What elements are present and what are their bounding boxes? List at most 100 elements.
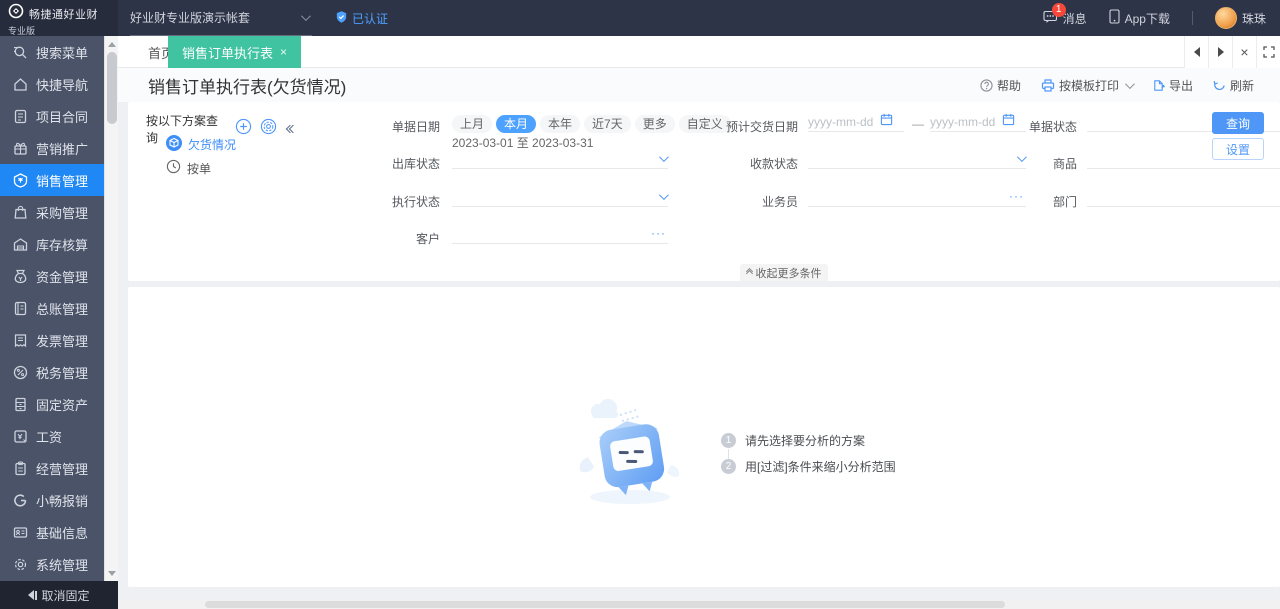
department-label: 部门 [1052, 195, 1077, 209]
bill-status-label: 单据状态 [1028, 120, 1077, 134]
salesman-label: 业务员 [761, 195, 798, 209]
scrollbar-thumb[interactable] [107, 52, 117, 124]
preset-more[interactable]: 更多 [634, 115, 675, 133]
delivery-date-from-input[interactable] [808, 114, 880, 129]
clock-icon [166, 159, 181, 177]
receipt-status-select[interactable] [808, 149, 1027, 169]
chevron-down-icon [300, 11, 311, 22]
user-name: 珠珠 [1241, 11, 1266, 26]
help-button[interactable]: 帮助 [980, 77, 1021, 94]
export-button[interactable]: 导出 [1152, 77, 1193, 94]
sidebar-item-search-menu[interactable]: 搜索菜单 [0, 36, 118, 68]
add-scheme-icon[interactable] [235, 118, 252, 140]
step-connector [728, 448, 729, 459]
sidebar-item-ledger[interactable]: 总账管理 [0, 292, 118, 324]
execution-status-label: 执行状态 [391, 195, 440, 209]
sidebar-item-label: 固定资产 [36, 397, 89, 413]
outbound-status-select[interactable] [452, 149, 669, 169]
sidebar-item-system[interactable]: 系统管理 [0, 548, 118, 580]
user-menu[interactable]: 珠珠 [1214, 7, 1266, 29]
bill-date-presets: 上月 本月 本年 近7天 更多 自定义 [452, 115, 731, 133]
delivery-date-to-input[interactable] [930, 114, 1002, 129]
clipboard-icon [13, 461, 28, 476]
preset-last-7-days[interactable]: 近7天 [584, 115, 631, 133]
verified-badge: 已认证 [335, 0, 388, 36]
customer-picker[interactable]: ··· [452, 224, 668, 244]
sidebar-item-label: 基础信息 [36, 525, 89, 541]
fullscreen-icon[interactable] [1256, 36, 1280, 68]
preset-this-year[interactable]: 本年 [540, 115, 581, 133]
tab-scroll-left-icon[interactable] [1184, 36, 1208, 68]
sidebar-item-purchase[interactable]: 采购管理 [0, 196, 118, 228]
sidebar-item-project-contract[interactable]: 项目合同 [0, 100, 118, 132]
delivery-date-from[interactable] [808, 112, 904, 132]
product-label: 商品 [1052, 157, 1077, 171]
step-1-text: 请先选择要分析的方案 [745, 434, 866, 448]
query-button[interactable]: 查询 [1212, 112, 1264, 134]
salesman-picker[interactable]: ··· [808, 187, 1026, 207]
page-title: 销售订单执行表(欠货情况) [148, 77, 347, 97]
empty-state-steps: 1 请先选择要分析的方案 2 用[过滤]条件来缩小分析范围 [721, 433, 896, 475]
scroll-up-icon[interactable] [105, 37, 118, 51]
topbar-right: 消息 1 App下载 珠珠 [1043, 0, 1266, 36]
tab-controls: × [1184, 36, 1280, 68]
account-set-selector[interactable]: 好业财专业版演示帐套 [130, 0, 312, 36]
execution-status-select[interactable] [452, 187, 669, 207]
messages-button[interactable]: 消息 1 [1043, 2, 1087, 27]
scheme-item-shortage[interactable]: 欠货情况 [166, 135, 236, 154]
scheme-item-by-order[interactable]: 按单 [166, 159, 211, 177]
scheme-settings-icon[interactable] [260, 118, 277, 140]
preset-last-month[interactable]: 上月 [452, 115, 493, 133]
sidebar-item-label: 搜索菜单 [36, 45, 89, 61]
collapse-more-conditions[interactable]: 收起更多条件 [740, 264, 828, 281]
app-download-button[interactable]: App下载 [1109, 9, 1170, 27]
horizontal-scrollbar-thumb[interactable] [205, 601, 1005, 608]
sidebar-item-label: 销售管理 [36, 173, 89, 189]
cabinet-icon [13, 397, 28, 412]
page-header: 销售订单执行表(欠货情况) 帮助 按模板打印 导出 刷新 [118, 68, 1280, 102]
step-2: 2 用[过滤]条件来缩小分析范围 [721, 459, 896, 475]
collapse-scheme-panel-icon[interactable] [285, 124, 298, 134]
sidebar-item-sales[interactable]: 销售管理 [0, 164, 118, 196]
preset-this-month[interactable]: 本月 [496, 115, 537, 133]
scroll-down-icon[interactable] [105, 566, 118, 580]
brand-logo-icon [8, 3, 24, 24]
sidebar-scrollbar[interactable] [104, 36, 118, 581]
sidebar-item-marketing[interactable]: 营销推广 [0, 132, 118, 164]
ellipsis-icon[interactable]: ··· [651, 226, 666, 240]
sidebar-item-operations[interactable]: 经营管理 [0, 452, 118, 484]
chevron-down-icon[interactable] [1124, 78, 1135, 89]
filter-panel: 按以下方案查询 欠货情况 按单 单据日期 上月 本月 本年 近7天 更多 自定义… [128, 102, 1280, 281]
sidebar-item-fixed-assets[interactable]: 固定资产 [0, 388, 118, 420]
sidebar-item-salary[interactable]: 工资 [0, 420, 118, 452]
sidebar-item-inventory[interactable]: 库存核算 [0, 228, 118, 260]
sidebar-item-quick-nav[interactable]: 快捷导航 [0, 68, 118, 100]
scheme-box-icon [166, 135, 182, 154]
calendar-icon[interactable] [880, 113, 893, 131]
expected-delivery-label: 预计交货日期 [725, 120, 798, 134]
unpin-sidebar-button[interactable]: 取消固定 [0, 581, 118, 609]
department-select[interactable] [1087, 187, 1280, 207]
horizontal-scrollbar[interactable] [118, 600, 1280, 609]
double-chevron-up-icon [745, 267, 753, 278]
sidebar-item-label: 快捷导航 [36, 77, 89, 93]
sidebar-item-xiaochang-expense[interactable]: 小畅报销 [0, 484, 118, 516]
sidebar-item-label: 发票管理 [36, 333, 89, 349]
print-by-template-button[interactable]: 按模板打印 [1041, 77, 1135, 94]
tab-sales-order-report[interactable]: 销售订单执行表 × [168, 36, 302, 68]
sidebar-item-label: 经营管理 [36, 461, 89, 477]
settings-button[interactable]: 设置 [1212, 138, 1264, 160]
sidebar-item-tax[interactable]: 税务管理 [0, 356, 118, 388]
tab-scroll-right-icon[interactable] [1208, 36, 1232, 68]
sidebar-item-funds[interactable]: 资金管理 [0, 260, 118, 292]
tab-close-icon[interactable]: × [280, 45, 287, 59]
bill-date-label: 单据日期 [391, 120, 440, 134]
tab-active-label: 销售订单执行表 [182, 45, 274, 61]
tab-close-all-icon[interactable]: × [1232, 36, 1256, 68]
refresh-button[interactable]: 刷新 [1213, 77, 1254, 94]
sidebar-item-base-info[interactable]: 基础信息 [0, 516, 118, 548]
money-bag-icon [13, 269, 28, 284]
sidebar-item-invoice[interactable]: 发票管理 [0, 324, 118, 356]
home-icon [13, 77, 28, 92]
scheme-item-label: 按单 [187, 161, 212, 176]
